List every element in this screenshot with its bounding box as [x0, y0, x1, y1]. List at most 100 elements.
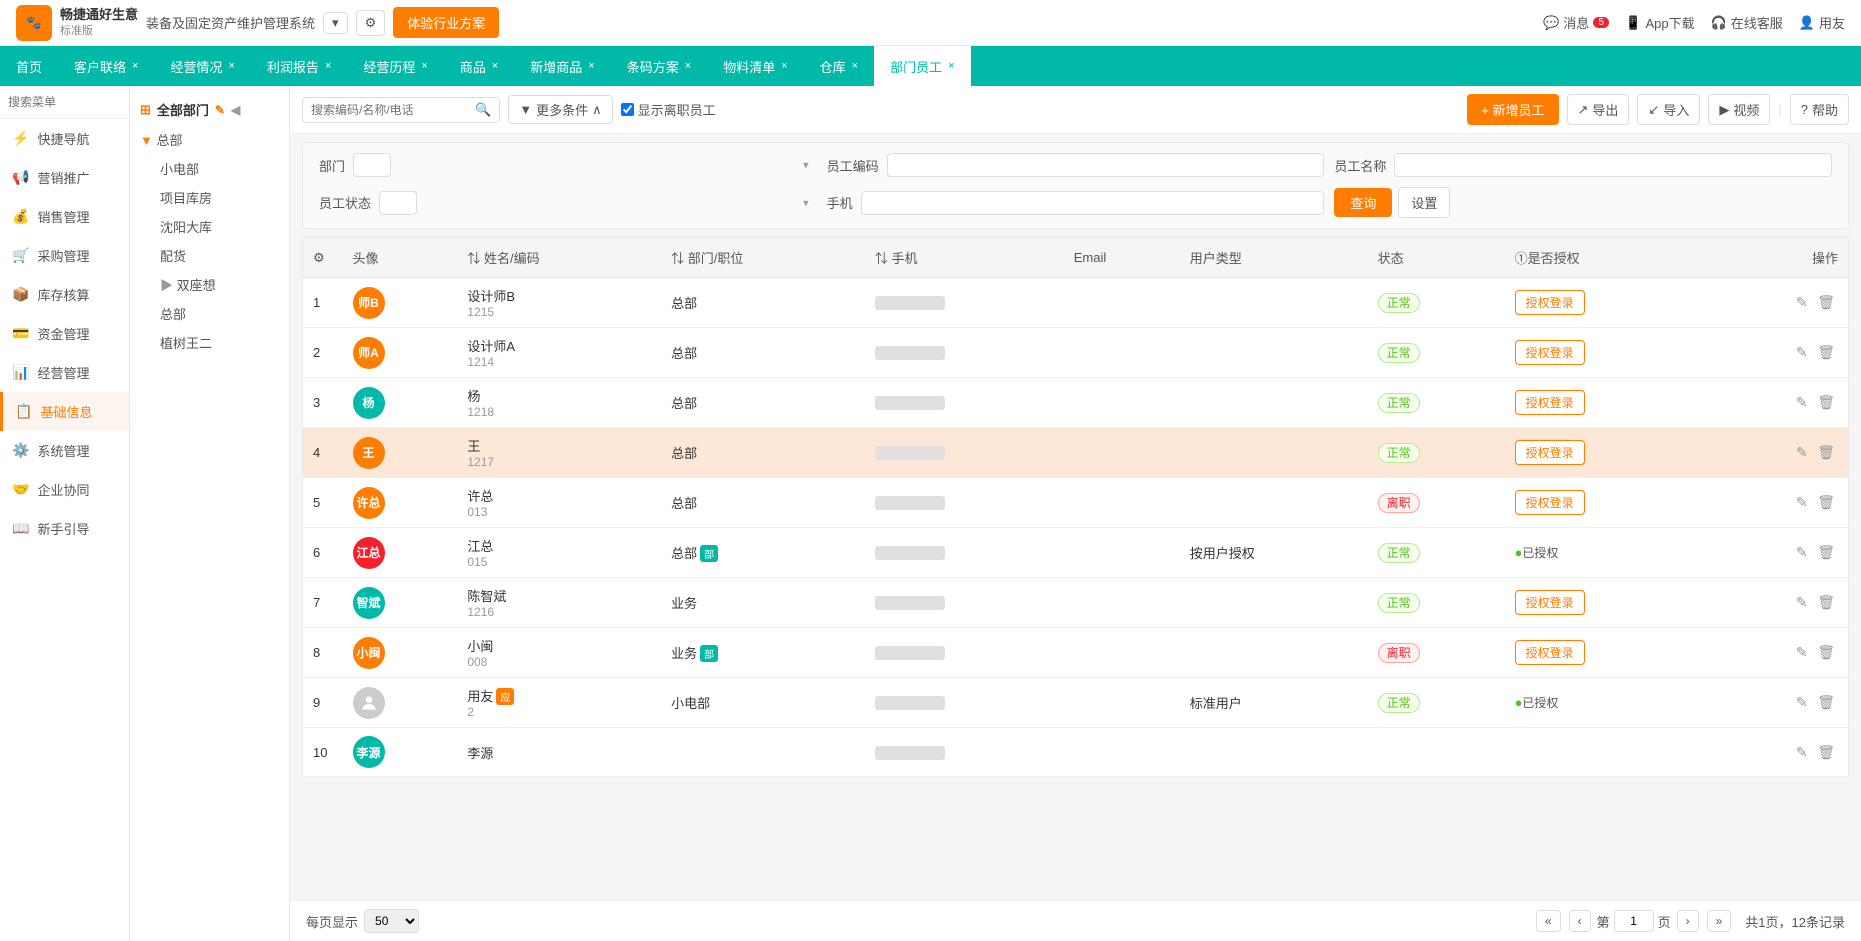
trial-btn[interactable]: 体验行业方案 — [393, 7, 499, 38]
video-btn[interactable]: ▶ 视频 — [1708, 94, 1770, 125]
dept-item-distribution[interactable]: 配货 — [130, 241, 289, 270]
delete-icon[interactable]: 🗑 — [1817, 444, 1835, 460]
tab-employee-close[interactable]: × — [948, 60, 954, 72]
tab-profit[interactable]: 利润报告 × — [251, 46, 347, 86]
tab-barcode[interactable]: 条码方案 × — [611, 46, 707, 86]
edit-icon[interactable]: ✎ — [1796, 644, 1808, 660]
tab-profit-close[interactable]: × — [325, 60, 331, 72]
col-settings[interactable]: ⚙ — [303, 238, 343, 278]
online-support-btn[interactable]: 🎧 在线客服 — [1711, 13, 1783, 32]
tab-new-product-close[interactable]: × — [588, 60, 594, 72]
delete-icon[interactable]: 🗑 — [1817, 594, 1835, 610]
add-employee-btn[interactable]: + 新增员工 — [1467, 94, 1558, 125]
delete-icon[interactable]: 🗑 — [1817, 394, 1835, 410]
sidebar-item-collab[interactable]: 🤝 企业协同 — [0, 470, 129, 509]
tab-customer[interactable]: 客户联络 × — [58, 46, 154, 86]
app-download-btn[interactable]: 📱 App下载 — [1625, 13, 1694, 32]
dept-select[interactable] — [353, 153, 391, 177]
delete-icon[interactable]: 🗑 — [1817, 544, 1835, 560]
delete-icon[interactable]: 🗑 — [1817, 744, 1835, 760]
col-name[interactable]: ⇅ 姓名/编码 — [457, 238, 661, 278]
dept-item-project[interactable]: 项目库房 — [130, 183, 289, 212]
last-page-btn[interactable]: » — [1707, 910, 1732, 932]
settings-btn[interactable]: ⚙ — [356, 10, 386, 36]
tab-operation-close[interactable]: × — [228, 60, 234, 72]
show-inactive-label[interactable]: 显示离职员工 — [621, 100, 716, 119]
import-btn[interactable]: ↙ 导入 — [1637, 94, 1700, 125]
col-phone[interactable]: ⇅ 手机 — [865, 238, 1064, 278]
sidebar-item-sales[interactable]: 💰 销售管理 — [0, 197, 129, 236]
help-btn[interactable]: ? 帮助 — [1790, 94, 1849, 125]
emp-name-input[interactable] — [1394, 153, 1832, 177]
delete-icon[interactable]: 🗑 — [1817, 694, 1835, 710]
edit-icon[interactable]: ✎ — [1796, 594, 1808, 610]
tab-warehouse[interactable]: 仓库 × — [804, 46, 874, 86]
emp-code-input[interactable] — [887, 153, 1325, 177]
show-inactive-checkbox[interactable] — [621, 103, 634, 116]
auth-btn[interactable]: 授权登录 — [1515, 290, 1585, 315]
dept-item-zhishu[interactable]: 植树王二 — [130, 328, 289, 357]
dept-item-xiaodibu[interactable]: 小电部 — [130, 154, 289, 183]
next-page-btn[interactable]: › — [1677, 910, 1699, 932]
tab-employee[interactable]: 部门员工 × — [874, 46, 970, 86]
more-filter-btn[interactable]: ▼ 更多条件 ∧ — [508, 95, 612, 124]
sidebar-item-manage[interactable]: 📊 经营管理 — [0, 353, 129, 392]
delete-icon[interactable]: 🗑 — [1817, 494, 1835, 510]
delete-icon[interactable]: 🗑 — [1817, 344, 1835, 360]
sidebar-item-marketing[interactable]: 📢 营销推广 — [0, 158, 129, 197]
sidebar-item-inventory[interactable]: 📦 库存核算 — [0, 275, 129, 314]
per-page-select[interactable]: 50 100 — [364, 909, 419, 933]
query-btn[interactable]: 查询 — [1334, 188, 1392, 217]
sidebar-item-purchase[interactable]: 🛒 采购管理 — [0, 236, 129, 275]
tab-customer-close[interactable]: × — [132, 60, 138, 72]
sidebar-item-finance[interactable]: 💳 资金管理 — [0, 314, 129, 353]
sidebar-search-input[interactable] — [8, 95, 130, 109]
dept-item-general2[interactable]: 总部 — [130, 299, 289, 328]
edit-icon[interactable]: ✎ — [1796, 344, 1808, 360]
auth-btn[interactable]: 授权登录 — [1515, 440, 1585, 465]
tab-operation[interactable]: 经营情况 × — [154, 46, 250, 86]
tab-history[interactable]: 经营历程 × — [347, 46, 443, 86]
tab-warehouse-close[interactable]: × — [852, 60, 858, 72]
dept-item-shenyang[interactable]: 沈阳大库 — [130, 212, 289, 241]
sidebar-item-system[interactable]: ⚙️ 系统管理 — [0, 431, 129, 470]
dept-item-shuangzuo[interactable]: ▶ 双座想 — [130, 270, 289, 299]
col-dept[interactable]: ⇅ 部门/职位 — [661, 238, 865, 278]
reset-btn[interactable]: 设置 — [1398, 187, 1450, 218]
edit-dept-icon[interactable]: ✎ — [215, 103, 225, 117]
auth-btn[interactable]: 授权登录 — [1515, 640, 1585, 665]
auth-btn[interactable]: 授权登录 — [1515, 490, 1585, 515]
tab-product[interactable]: 商品 × — [444, 46, 514, 86]
edit-icon[interactable]: ✎ — [1796, 394, 1808, 410]
message-btn[interactable]: 💬 消息 5 — [1543, 13, 1609, 32]
collapse-dept-icon[interactable]: ◀ — [231, 103, 240, 117]
sidebar-item-guide[interactable]: 📖 新手引导 — [0, 509, 129, 548]
page-input[interactable] — [1614, 910, 1654, 932]
auth-btn[interactable]: 授权登录 — [1515, 340, 1585, 365]
edit-icon[interactable]: ✎ — [1796, 744, 1808, 760]
tab-barcode-close[interactable]: × — [685, 60, 691, 72]
dept-item-general[interactable]: ▼ 总部 — [130, 125, 289, 154]
sidebar-item-quicknav[interactable]: ⚡ 快捷导航 — [0, 119, 129, 158]
edit-icon[interactable]: ✎ — [1796, 544, 1808, 560]
tab-home[interactable]: 首页 — [0, 46, 58, 86]
edit-icon[interactable]: ✎ — [1796, 294, 1808, 310]
tab-product-close[interactable]: × — [492, 60, 498, 72]
sidebar-item-basic[interactable]: 📋 基础信息 — [0, 392, 129, 431]
delete-icon[interactable]: 🗑 — [1817, 644, 1835, 660]
edit-icon[interactable]: ✎ — [1796, 444, 1808, 460]
prev-page-btn[interactable]: ‹ — [1569, 910, 1591, 932]
status-select[interactable] — [379, 191, 417, 215]
auth-btn[interactable]: 授权登录 — [1515, 390, 1585, 415]
delete-icon[interactable]: 🗑 — [1817, 294, 1835, 310]
first-page-btn[interactable]: « — [1536, 910, 1561, 932]
edit-icon[interactable]: ✎ — [1796, 694, 1808, 710]
sys-dropdown-btn[interactable]: ▾ — [323, 12, 348, 34]
tab-history-close[interactable]: × — [421, 60, 427, 72]
user-menu[interactable]: 👤 用友 — [1799, 13, 1845, 32]
tab-new-product[interactable]: 新增商品 × — [514, 46, 610, 86]
edit-icon[interactable]: ✎ — [1796, 494, 1808, 510]
auth-btn[interactable]: 授权登录 — [1515, 590, 1585, 615]
search-input[interactable] — [311, 103, 471, 117]
tab-bom[interactable]: 物料清单 × — [707, 46, 803, 86]
